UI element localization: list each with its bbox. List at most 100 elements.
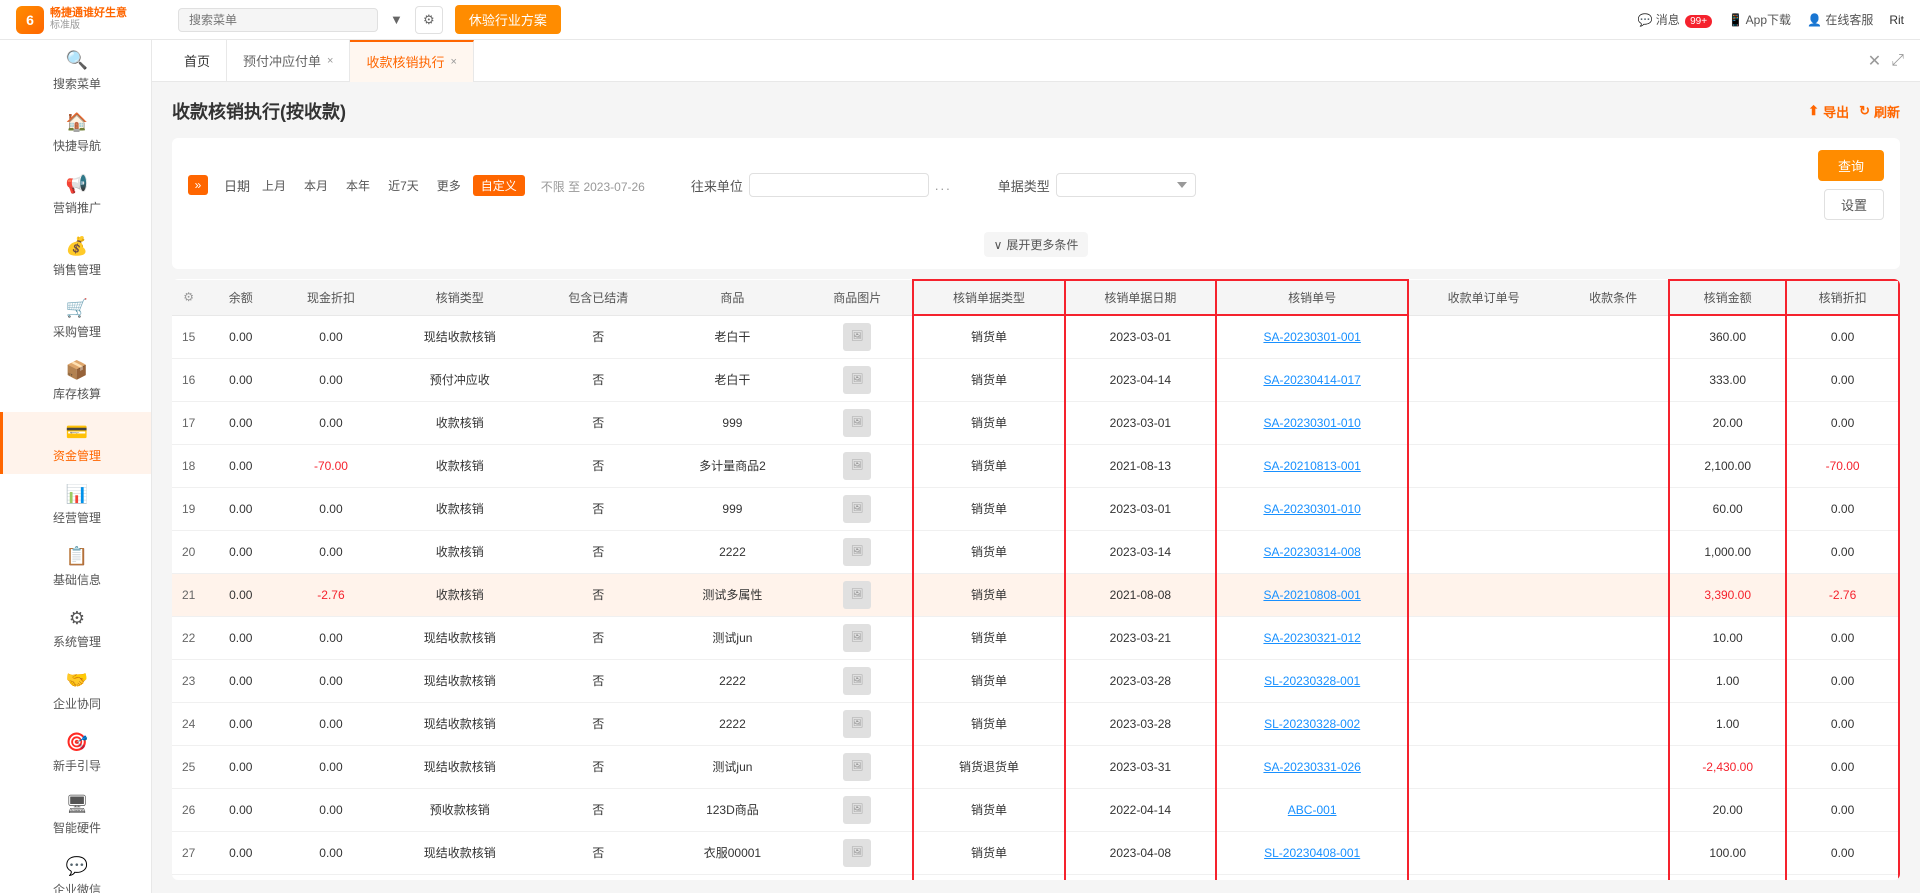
bill-type-select[interactable]	[1056, 173, 1196, 197]
cell-writeoff-bill-no[interactable]: ABC-001	[1216, 788, 1408, 831]
bill-no-link[interactable]: SA-20210813-001	[1263, 459, 1360, 473]
sidebar-item-guide[interactable]: 🎯 新手引导	[0, 722, 151, 784]
query-button[interactable]: 查询	[1818, 150, 1884, 181]
bill-no-link[interactable]: SA-20210808-001	[1263, 588, 1360, 602]
sidebar-item-wechat[interactable]: 💬 企业微信	[0, 846, 151, 893]
cell-writeoff-discount: 0.00	[1786, 487, 1899, 530]
cell-writeoff-amount: 1.00	[1669, 659, 1786, 702]
bill-no-link[interactable]: SA-20230301-010	[1263, 502, 1360, 516]
bill-no-link[interactable]: SA-20230331-026	[1263, 760, 1360, 774]
industry-button[interactable]: 休验行业方案	[455, 5, 561, 34]
cell-writeoff-bill-no[interactable]: SL-20230408-001	[1216, 831, 1408, 874]
system-icon: ⚙	[69, 608, 85, 629]
bill-no-link[interactable]: SA-20230301-001	[1263, 330, 1360, 344]
date-opt-this-year[interactable]: 本年	[340, 175, 376, 196]
sidebar-item-collab[interactable]: 🤝 企业协同	[0, 660, 151, 722]
filter-expand-icon[interactable]: »	[188, 175, 208, 195]
sidebar-item-finance[interactable]: 💳 资金管理	[0, 412, 151, 474]
col-writeoff-type-header: 核销类型	[386, 280, 534, 315]
cell-writeoff-bill-no[interactable]: SL-20230328-001	[1216, 659, 1408, 702]
cell-product: 2222	[663, 530, 803, 573]
bill-no-link[interactable]: ABC-001	[1288, 803, 1337, 817]
cell-writeoff-type: 现结收款核销	[386, 874, 534, 880]
setting-button[interactable]: 设置	[1824, 189, 1884, 220]
cell-writeoff-bill-date: 2023-03-21	[1065, 616, 1216, 659]
cell-balance: 0.00	[205, 573, 276, 616]
bill-no-link[interactable]: SL-20230328-001	[1264, 674, 1360, 688]
table-row: 24 0.00 0.00 现结收款核销 否 2222 🖼 销货单 2023-03…	[172, 702, 1899, 745]
cell-writeoff-bill-type: 销货退货单	[913, 745, 1064, 788]
messages-link[interactable]: 💬 消息 99+	[1637, 11, 1712, 28]
cell-product: 测试jun	[663, 616, 803, 659]
maximize-icon[interactable]: ⤢	[1891, 52, 1904, 70]
more-filter-dots[interactable]: ...	[935, 178, 952, 193]
bill-no-link[interactable]: SA-20230414-017	[1263, 373, 1360, 387]
hardware-icon: 🖥	[66, 794, 89, 815]
close-window-icon[interactable]: ✕	[1868, 51, 1881, 71]
cell-receipt-order-no	[1408, 788, 1558, 831]
cell-cash-discount: 0.00	[276, 788, 386, 831]
cell-writeoff-bill-no[interactable]: SA-20230331-026	[1216, 745, 1408, 788]
tab-prepay-close[interactable]: ×	[327, 55, 333, 67]
cell-writeoff-bill-no[interactable]: SA-20230301-001	[1216, 315, 1408, 358]
sidebar-item-marketing[interactable]: 📢 营销推广	[0, 164, 151, 226]
cell-writeoff-bill-no[interactable]: SA-20230321-012	[1216, 616, 1408, 659]
date-opt-7days[interactable]: 近7天	[382, 175, 425, 196]
table-row: 25 0.00 0.00 现结收款核销 否 测试jun 🖼 销货退货单 2023…	[172, 745, 1899, 788]
col-writeoff-bill-no-header: 核销单号	[1216, 280, 1408, 315]
cell-writeoff-amount: 1.00	[1669, 702, 1786, 745]
logo-icon: 6	[16, 6, 44, 34]
cell-writeoff-bill-no[interactable]: SA-20230414-017	[1216, 358, 1408, 401]
cell-id: 16	[172, 358, 205, 401]
sidebar-item-sales[interactable]: 💰 销售管理	[0, 226, 151, 288]
tab-writeoff-close[interactable]: ×	[450, 56, 456, 68]
expand-more-conditions[interactable]: ∨ 展开更多条件	[984, 232, 1089, 257]
cell-writeoff-bill-no[interactable]: SL-20230418-001	[1216, 874, 1408, 880]
cell-writeoff-bill-no[interactable]: SA-20230301-010	[1216, 401, 1408, 444]
online-service-link[interactable]: 👤 在线客服	[1807, 11, 1873, 28]
product-image: 🖼	[843, 409, 871, 437]
bill-no-link[interactable]: SA-20230314-008	[1263, 545, 1360, 559]
tab-writeoff[interactable]: 收款核销执行 ×	[350, 40, 473, 82]
sidebar: 🔍 搜索菜单 🏠 快捷导航 📢 营销推广 💰 销售管理 🛒 采购管理 📦 库存核…	[0, 40, 152, 893]
date-opt-this-month[interactable]: 本月	[298, 175, 334, 196]
from-unit-input[interactable]	[749, 173, 929, 197]
search-input[interactable]	[178, 8, 378, 32]
sidebar-item-search[interactable]: 🔍 搜索菜单	[0, 40, 151, 102]
bill-no-link[interactable]: SA-20230301-010	[1263, 416, 1360, 430]
dropdown-arrow-icon[interactable]: ▼	[390, 12, 403, 27]
app-download-link[interactable]: 📱 App下载	[1728, 11, 1791, 28]
bill-no-link[interactable]: SL-20230408-001	[1264, 846, 1360, 860]
cell-product: 衣服00001	[663, 831, 803, 874]
cell-writeoff-discount: -2.76	[1786, 573, 1899, 616]
cell-writeoff-bill-no[interactable]: SA-20230301-010	[1216, 487, 1408, 530]
tab-home-label: 首页	[184, 51, 210, 70]
col-settings-header[interactable]: ⚙	[172, 280, 205, 315]
custom-date-button[interactable]: 自定义	[473, 175, 525, 196]
date-opt-last-month[interactable]: 上月	[256, 175, 292, 196]
product-image: 🖼	[843, 323, 871, 351]
sidebar-item-nav[interactable]: 🏠 快捷导航	[0, 102, 151, 164]
cell-writeoff-bill-no[interactable]: SA-20210808-001	[1216, 573, 1408, 616]
sidebar-item-system[interactable]: ⚙ 系统管理	[0, 598, 151, 660]
sidebar-item-basic-info[interactable]: 📋 基础信息	[0, 536, 151, 598]
cell-product: 999	[663, 487, 803, 530]
tab-prepay[interactable]: 预付冲应付单 ×	[227, 40, 350, 82]
export-button[interactable]: ⬆ 导出	[1808, 102, 1849, 121]
tab-writeoff-label: 收款核销执行	[366, 52, 444, 71]
sidebar-item-hardware[interactable]: 🖥 智能硬件	[0, 784, 151, 846]
refresh-button[interactable]: ↻ 刷新	[1859, 102, 1900, 121]
bill-no-link[interactable]: SL-20230328-002	[1264, 717, 1360, 731]
cell-writeoff-bill-no[interactable]: SA-20230314-008	[1216, 530, 1408, 573]
sidebar-item-operations[interactable]: 📊 经营管理	[0, 474, 151, 536]
date-opt-more[interactable]: 更多	[431, 175, 467, 196]
tab-home[interactable]: 首页	[168, 40, 227, 82]
cell-writeoff-bill-no[interactable]: SA-20210813-001	[1216, 444, 1408, 487]
settings-icon[interactable]: ⚙	[415, 6, 443, 34]
cell-writeoff-bill-no[interactable]: SL-20230328-002	[1216, 702, 1408, 745]
sidebar-item-purchase[interactable]: 🛒 采购管理	[0, 288, 151, 350]
sidebar-item-inventory[interactable]: 📦 库存核算	[0, 350, 151, 412]
cell-receipt-condition	[1558, 659, 1669, 702]
cell-writeoff-bill-date: 2023-03-01	[1065, 401, 1216, 444]
bill-no-link[interactable]: SA-20230321-012	[1263, 631, 1360, 645]
